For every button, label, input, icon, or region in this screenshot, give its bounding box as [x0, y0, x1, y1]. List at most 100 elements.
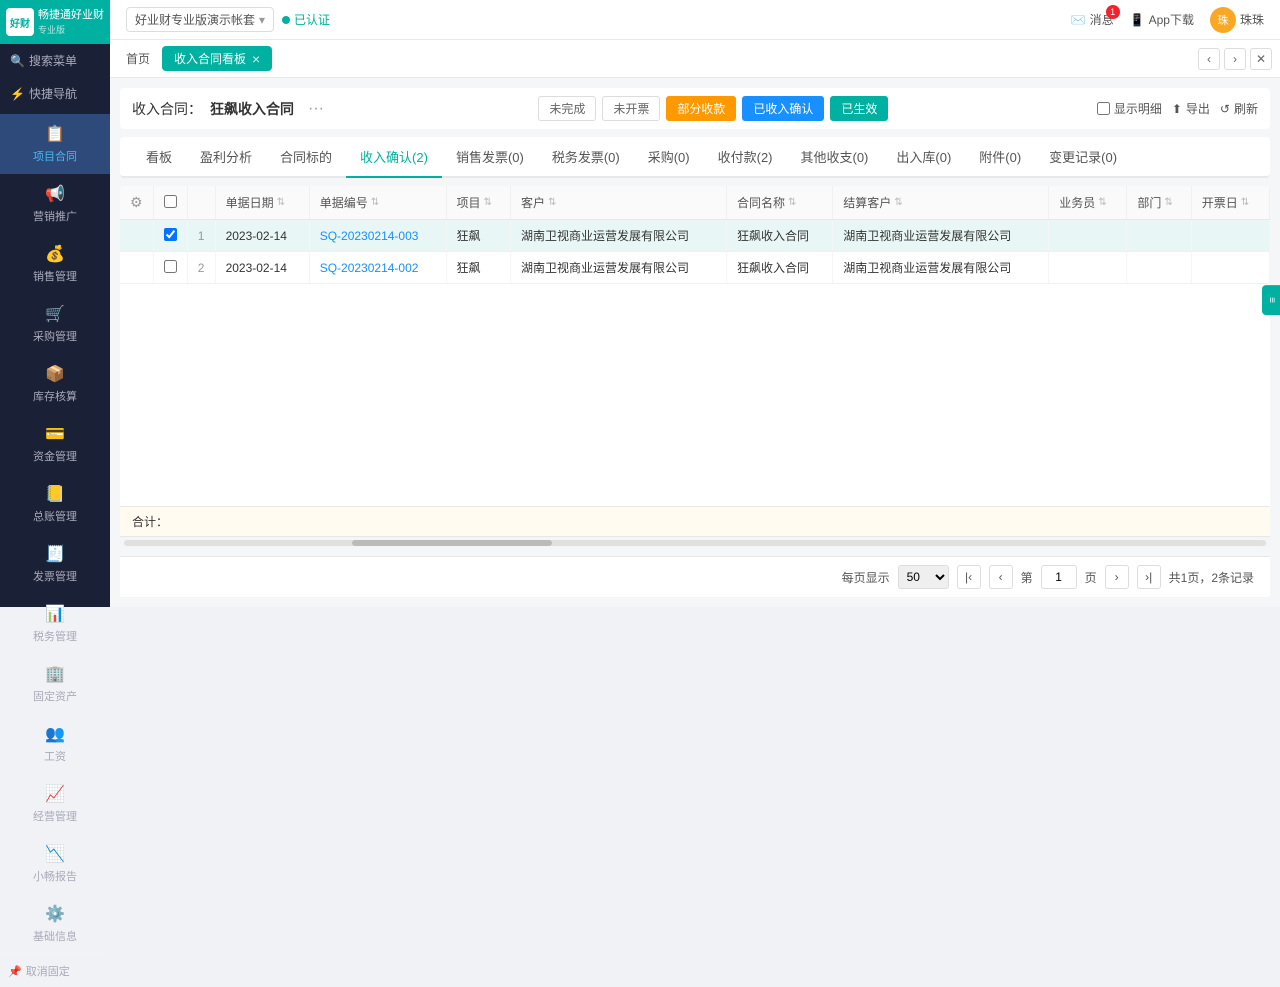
cell-salesperson-1: [1049, 252, 1127, 284]
tab-income_confirm[interactable]: 收入确认(2): [346, 137, 442, 178]
table-row[interactable]: 2 2023-02-14 SQ-20230214-002 狂飙 湖南卫视商业运营…: [120, 252, 1270, 284]
col-contract-name[interactable]: 合同名称⇅: [726, 186, 832, 220]
tab-close-button[interactable]: ✕: [1250, 48, 1272, 70]
tab-tax_invoice[interactable]: 税务发票(0): [538, 137, 634, 178]
sidebar-item-label: 工资: [44, 748, 66, 764]
refresh-button[interactable]: ↺ 刷新: [1220, 100, 1258, 117]
col-order-no[interactable]: 单据编号⇅: [309, 186, 446, 220]
cell-checkbox-1[interactable]: [153, 252, 187, 284]
show-detail-input[interactable]: [1097, 102, 1110, 115]
status-received-confirmed-button[interactable]: 已收入确认: [742, 96, 824, 121]
sidebar-item-fixed_assets[interactable]: 🏢 固定资产: [0, 654, 110, 714]
settings-icon[interactable]: ⚙: [130, 194, 143, 210]
sidebar-quick-nav[interactable]: ⚡ 快捷导航: [0, 77, 110, 110]
col-invoice-date[interactable]: 开票日⇅: [1191, 186, 1269, 220]
close-tab-icon[interactable]: ×: [252, 52, 260, 66]
main-content: 好业财专业版演示帐套 ▾ 已认证 ✉️ 消息 1 📱 App下载 珠 珠珠: [110, 0, 1280, 607]
tab-sales_invoice[interactable]: 销售发票(0): [442, 137, 538, 178]
tab-warehouse[interactable]: 出入库(0): [882, 137, 965, 178]
sidebar-item-label: 营销推广: [33, 208, 77, 224]
tab-attachments[interactable]: 附件(0): [965, 137, 1035, 178]
sidebar-item-tax[interactable]: 📊 税务管理: [0, 594, 110, 654]
sidebar-item-sales[interactable]: 💰 销售管理: [0, 234, 110, 294]
table-row[interactable]: 1 2023-02-14 SQ-20230214-003 狂飙 湖南卫视商业运营…: [120, 220, 1270, 252]
cell-checkbox-0[interactable]: [153, 220, 187, 252]
page-label: 页: [1085, 569, 1097, 586]
sidebar-search[interactable]: 🔍 搜索菜单: [0, 44, 110, 77]
message-button[interactable]: ✉️ 消息 1: [1071, 11, 1114, 28]
order-no-link-0[interactable]: SQ-20230214-003: [320, 229, 419, 243]
first-page-button[interactable]: |‹: [957, 565, 981, 589]
sort-icon: ⇅: [1164, 197, 1172, 208]
status-partial-received-button[interactable]: 部分收款: [666, 96, 736, 121]
tab-profit[interactable]: 盈利分析: [186, 137, 266, 178]
tab-prev-button[interactable]: ‹: [1198, 48, 1220, 70]
col-customer[interactable]: 客户⇅: [510, 186, 726, 220]
scrollbar-thumb[interactable]: [352, 540, 552, 546]
prev-page-button[interactable]: ‹: [989, 565, 1013, 589]
tab-other_income[interactable]: 其他收支(0): [787, 137, 883, 178]
show-detail-checkbox[interactable]: 显示明细: [1097, 100, 1162, 117]
tab-next-button[interactable]: ›: [1224, 48, 1246, 70]
tab-contract_std[interactable]: 合同标的: [266, 137, 346, 178]
cell-orderno-0[interactable]: SQ-20230214-003: [309, 220, 446, 252]
next-page-button[interactable]: ›: [1105, 565, 1129, 589]
data-table: ⚙ 单据日期⇅ 单据编号⇅ 项目⇅ 客户⇅ 合同名称⇅ 结算客户⇅ 业务员⇅ 部…: [120, 186, 1270, 284]
horizontal-scrollbar[interactable]: [120, 536, 1270, 548]
sidebar-item-general[interactable]: 📒 总账管理: [0, 474, 110, 534]
table-scroll-area[interactable]: ⚙ 单据日期⇅ 单据编号⇅ 项目⇅ 客户⇅ 合同名称⇅ 结算客户⇅ 业务员⇅ 部…: [120, 186, 1270, 506]
data-table-wrapper: ⚙ 单据日期⇅ 单据编号⇅ 项目⇅ 客户⇅ 合同名称⇅ 结算客户⇅ 业务员⇅ 部…: [120, 186, 1270, 548]
sidebar-item-inventory[interactable]: 📦 库存核算: [0, 354, 110, 414]
order-no-link-1[interactable]: SQ-20230214-002: [320, 261, 419, 275]
sidebar-item-basic[interactable]: ⚙️ 基础信息: [0, 894, 110, 954]
cell-rownum-0: 1: [187, 220, 215, 252]
sort-icon: ⇅: [371, 197, 379, 208]
cell-invoicedate-1: [1191, 252, 1269, 284]
sidebar: 好财 畅捷通好业财 专业版 🔍 搜索菜单 ⚡ 快捷导航 📋 项目合同 📢 营销推…: [0, 0, 110, 607]
right-panel-button[interactable]: ≡: [1262, 285, 1280, 315]
cell-dept-0: [1127, 220, 1191, 252]
sidebar-item-management[interactable]: 📈 经营管理: [0, 774, 110, 834]
logo-text: 畅捷通好业财 专业版: [38, 8, 104, 35]
certified-badge: 已认证: [282, 11, 330, 28]
tab-payment[interactable]: 收付款(2): [704, 137, 787, 178]
col-department[interactable]: 部门⇅: [1127, 186, 1191, 220]
export-button[interactable]: ⬆ 导出: [1172, 100, 1210, 117]
status-not-completed-button[interactable]: 未完成: [538, 96, 596, 121]
current-page-input[interactable]: [1041, 565, 1077, 589]
col-order-date[interactable]: 单据日期⇅: [215, 186, 309, 220]
sidebar-item-report[interactable]: 📉 小畅报告: [0, 834, 110, 894]
contract-header: 收入合同： 狂飙收入合同 ··· 未完成 未开票 部分收款 已收入确认 已生效 …: [120, 88, 1270, 129]
tab-change_log[interactable]: 变更记录(0): [1035, 137, 1131, 178]
tab-purchase[interactable]: 采购(0): [634, 137, 704, 178]
sidebar-item-funds[interactable]: 💳 资金管理: [0, 414, 110, 474]
cell-orderno-1[interactable]: SQ-20230214-002: [309, 252, 446, 284]
content-area: 收入合同： 狂飙收入合同 ··· 未完成 未开票 部分收款 已收入确认 已生效 …: [110, 78, 1280, 607]
sidebar-item-project[interactable]: 📋 项目合同: [0, 114, 110, 174]
certified-dot: [282, 16, 290, 24]
select-all-checkbox[interactable]: [164, 195, 177, 208]
app-download-button[interactable]: 📱 App下载: [1130, 11, 1194, 28]
sidebar-item-purchase[interactable]: 🛒 采购管理: [0, 294, 110, 354]
home-tab[interactable]: 首页: [118, 46, 158, 71]
user-avatar[interactable]: 珠 珠珠: [1210, 7, 1264, 33]
more-options-button[interactable]: ···: [302, 98, 330, 120]
sidebar-bottom[interactable]: 📌 取消固定: [0, 954, 110, 987]
refresh-icon: ↺: [1220, 102, 1230, 116]
col-project[interactable]: 项目⇅: [446, 186, 510, 220]
company-selector[interactable]: 好业财专业版演示帐套 ▾: [126, 7, 274, 32]
last-page-button[interactable]: ›|: [1137, 565, 1161, 589]
sidebar-item-marketing[interactable]: 📢 营销推广: [0, 174, 110, 234]
sidebar-item-invoice[interactable]: 🧾 发票管理: [0, 534, 110, 594]
status-not-invoiced-button[interactable]: 未开票: [602, 96, 660, 121]
col-settle-customer[interactable]: 结算客户⇅: [833, 186, 1049, 220]
tab-kanban[interactable]: 看板: [132, 137, 186, 178]
status-effective-button[interactable]: 已生效: [830, 96, 888, 121]
app-logo[interactable]: 好财 畅捷通好业财 专业版: [0, 0, 110, 44]
col-salesperson[interactable]: 业务员⇅: [1049, 186, 1127, 220]
per-page-select[interactable]: 50 100 200: [898, 565, 949, 589]
sort-icon: ⇅: [548, 197, 556, 208]
active-tab-income-contract[interactable]: 收入合同看板 ×: [162, 46, 272, 71]
sidebar-item-label: 采购管理: [33, 328, 77, 344]
sidebar-item-hr[interactable]: 👥 工资: [0, 714, 110, 774]
